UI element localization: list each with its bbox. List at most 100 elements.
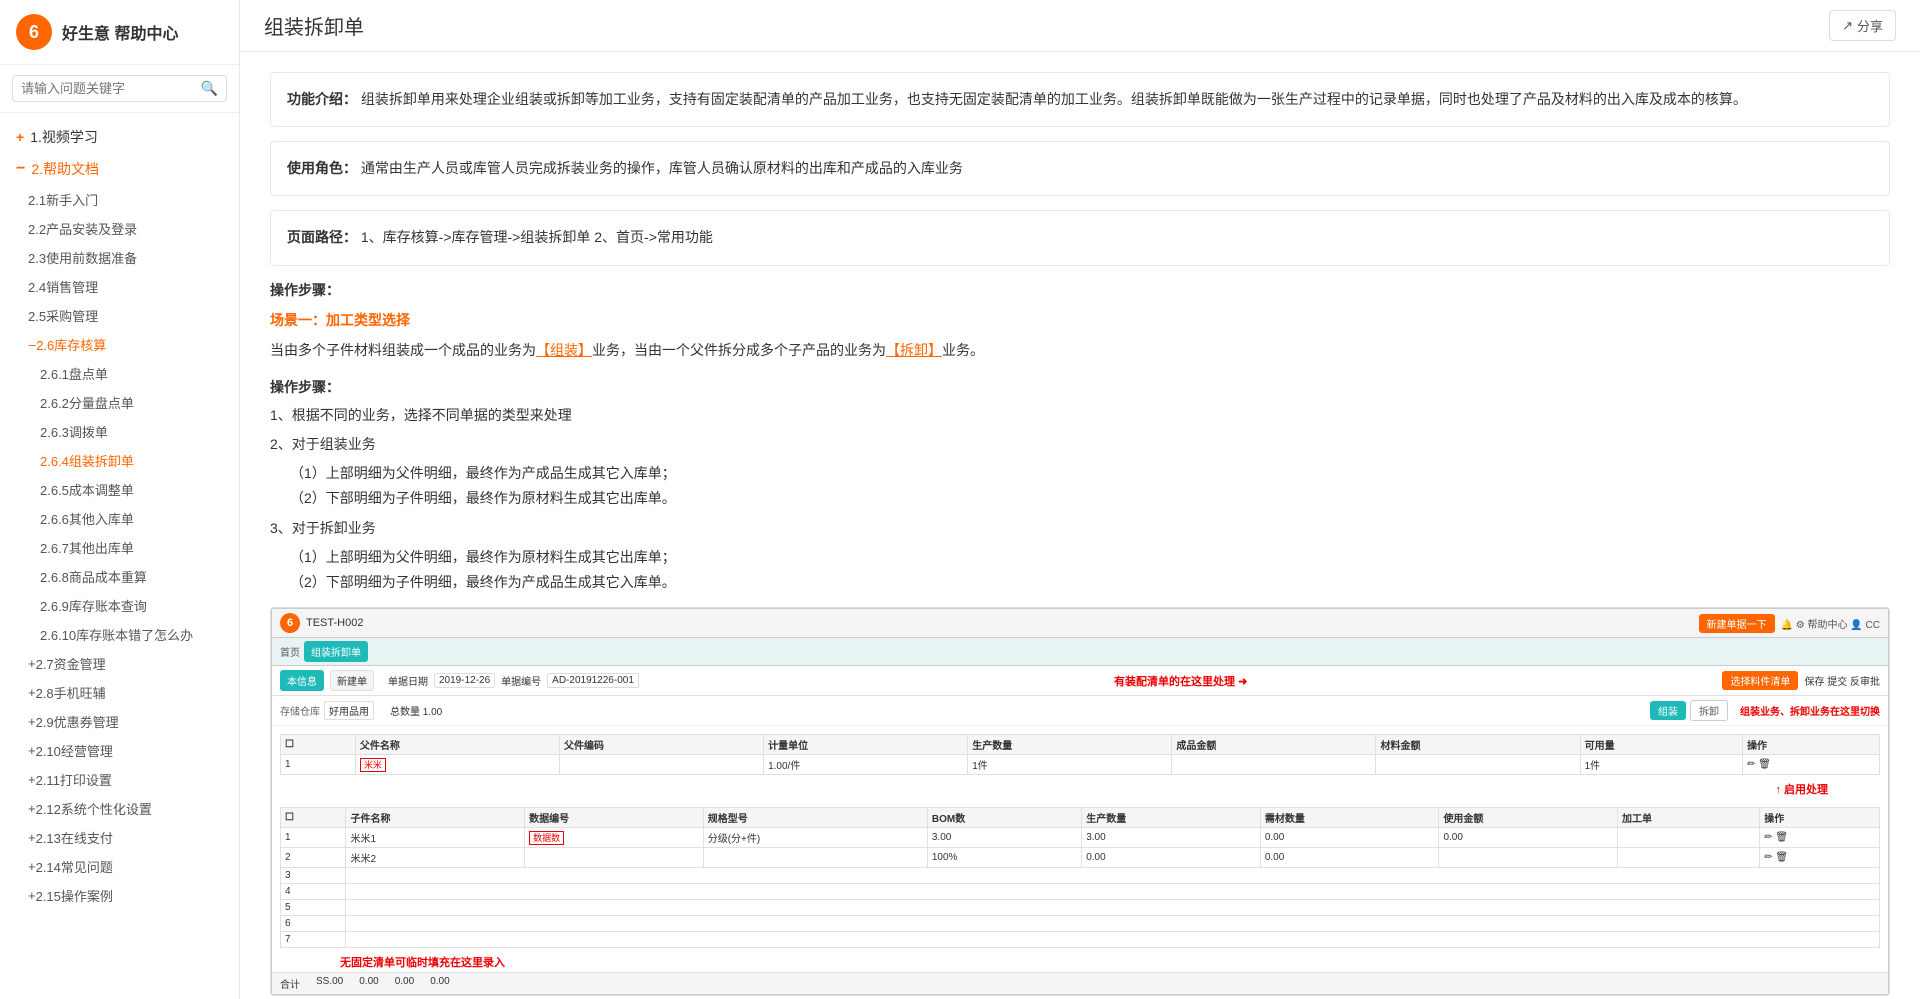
mock-process-btn[interactable]: 选择料件清单 [1722,671,1798,690]
sidebar-item-payment[interactable]: + 2.13在线支付 [0,823,239,852]
mock-tab-assembly[interactable]: 组装拆卸单 [304,641,368,662]
mock-new-btn[interactable]: 新建单据一下 [1699,614,1775,633]
share-button[interactable]: ↗ 分享 [1829,10,1896,41]
lower-table-row2: 2 米米2 100% 0.00 0.00 ✏ 🗑 [281,848,1880,868]
sidebar-item-purchase[interactable]: 2.5采购管理 [0,301,239,330]
inventory-expand-icon: − [28,337,36,353]
role-box: 使用角色： 通常由生产人员或库管人员完成拆装业务的操作，库管人员确认原材料的出库… [270,141,1890,196]
sidebar-item-inventory[interactable]: − 2.6库存核算 [0,330,239,359]
mock-assembly-tab[interactable]: 组装 [1650,701,1686,720]
th-avail: 操作 [1743,735,1880,755]
th-sales-qty: 计量单位 [764,735,968,755]
step3-sub1: （1）上部明细为父件明细，最终作为原材料生成其它出库单； [290,545,1890,570]
upper-table-row1: 1 米米 1.00/件 1件 1件 ✏ 🗑 [281,755,1880,775]
sidebar-item-goodscost[interactable]: 2.6.8商品成本重算 [0,562,239,591]
sidebar: 6 好生意 帮助中心 🔍 + 1.视频学习 − 2.帮助文档 2.1新手入门 2… [0,0,240,999]
scene1-title: 场景一：加工类型选择 [270,310,1890,330]
coupon-expand-icon: + [28,714,36,729]
step2: 2、对于组装业务 [270,432,1890,457]
sidebar-item-costadj[interactable]: 2.6.5成本调整单 [0,475,239,504]
steps-title: 操作步骤： [270,280,1890,300]
mock-storage-label: 存储仓库 [280,703,320,718]
sidebar-item-otherinstock[interactable]: 2.6.6其他入库单 [0,504,239,533]
mock-topbar-icons: 🔔 ⚙ 帮助中心 👤 CC [1781,616,1880,631]
sidebar-item-capital[interactable]: + 2.7资金管理 [0,649,239,678]
nav-list: + 1.视频学习 − 2.帮助文档 2.1新手入门 2.2产品安装及登录 2.3… [0,113,239,999]
mock-screen: 6 TEST-H002 新建单据一下 🔔 ⚙ 帮助中心 👤 CC 首页 组装拆卸… [271,608,1889,995]
th-unit: 生产数量 [968,735,1172,755]
steps-label: 操作步骤： [270,377,1890,397]
mock-date-value: 2019-12-26 [434,673,495,688]
lower-table-row3: 3 [281,868,1880,884]
mock-lower-table-area: ☐ 子件名称 数据编号 规格型号 BOM数 生产数量 需材数量 使用金额 加工单… [272,799,1888,952]
search-icon[interactable]: 🔍 [201,80,218,97]
sidebar-item-newbie[interactable]: 2.1新手入门 [0,185,239,214]
function-intro-label: 功能介绍： [287,91,357,107]
sidebar-item-mobile[interactable]: + 2.8手机旺辅 [0,678,239,707]
sidebar-item-adjust[interactable]: 2.6.3调拨单 [0,417,239,446]
mock-num-label: 单据编号 [501,673,541,688]
share-icon: ↗ [1842,18,1853,34]
annotation4-area: 无固定清单可临时填充在这里录入 [272,952,1888,972]
mock-assembly-tabs: 存储仓库 好用品用 总数量 1.00 组装 拆卸 组装业务、拆卸业务在这里切换 [272,696,1888,726]
sidebar-item-install[interactable]: 2.2产品安装及登录 [0,214,239,243]
content-area: 功能介绍： 组装拆卸单用来处理企业组装或拆卸等加工业务，支持有固定装配清单的产品… [240,52,1920,999]
sidebar-item-ops[interactable]: + 2.10经营管理 [0,736,239,765]
capital-expand-icon: + [28,656,36,671]
mock-nav: 首页 组装拆卸单 [272,638,1888,666]
search-input[interactable] [21,81,201,96]
payment-expand-icon: + [28,830,36,845]
mock-topbar-id: TEST-H002 [306,617,363,629]
screenshot-container: 6 TEST-H002 新建单据一下 🔔 ⚙ 帮助中心 👤 CC 首页 组装拆卸… [270,607,1890,996]
mock-upper-table-area: ☐ 父件名称 父件编码 计量单位 生产数量 成品金额 材料金额 可用量 操作 [272,726,1888,779]
th-parent-name: 父件名称 [355,735,559,755]
sidebar-item-video[interactable]: + 1.视频学习 [0,121,239,153]
mock-disassembly-tab[interactable]: 拆卸 [1690,700,1728,721]
main-area: 组装拆卸单 ↗ 分享 功能介绍： 组装拆卸单用来处理企业组装或拆卸等加工业务，支… [240,0,1920,999]
cases-expand-icon: + [28,888,36,903]
annotation3-area: ↑ 启用处理 [272,779,1888,799]
disassembly-link[interactable]: 【拆卸】 [886,342,942,358]
sidebar-item-prepare[interactable]: 2.3使用前数据准备 [0,243,239,272]
steps-section: 操作步骤： 场景一：加工类型选择 当由多个子件材料组装成一个成品的业务为【组装】… [270,280,1890,596]
step-list: 1、根据不同的业务，选择不同单据的类型来处理 2、对于组装业务 （1）上部明细为… [270,403,1890,595]
faq-expand-icon: + [28,859,36,874]
expand-icon: + [16,129,24,145]
mock-tab-type1[interactable]: 本信息 [280,670,324,691]
mock-tab-type2[interactable]: 新建单 [330,670,374,691]
sidebar-item-print[interactable]: + 2.11打印设置 [0,765,239,794]
path-text: 1、库存核算->库存管理->组装拆卸单 2、首页->常用功能 [361,229,713,245]
mock-upper-table: ☐ 父件名称 父件编码 计量单位 生产数量 成品金额 材料金额 可用量 操作 [280,734,1880,775]
mock-toolbar: 本信息 新建单 单据日期 2019-12-26 单据编号 AD-20191226… [272,666,1888,696]
sidebar-item-faq[interactable]: + 2.14常见问题 [0,852,239,881]
th-mat-amt: 可用量 [1580,735,1742,755]
mock-storage-value: 好用品用 [324,701,374,720]
mock-action-label: 保存 提交 反审批 [1804,673,1880,688]
sidebar-item-sales[interactable]: 2.4销售管理 [0,272,239,301]
mock-qty-label: 总数量 1.00 [390,703,442,718]
mock-date-label: 单据日期 [388,673,428,688]
sidebar-item-stockcheck[interactable]: 2.6.9库存账本查询 [0,591,239,620]
th-checkbox: ☐ [281,735,356,755]
search-box[interactable]: 🔍 [12,75,227,102]
sidebar-item-cases[interactable]: + 2.15操作案例 [0,881,239,910]
sidebar-item-assembly[interactable]: 2.6.4组装拆卸单 [0,446,239,475]
sidebar-item-coupon[interactable]: + 2.9优惠券管理 [0,707,239,736]
sidebar-item-stockerror[interactable]: 2.6.10库存账本错了怎么办 [0,620,239,649]
sidebar-item-stocksplit[interactable]: 2.6.2分量盘点单 [0,388,239,417]
ops-expand-icon: + [28,743,36,758]
th-prod-amt: 材料金额 [1376,735,1580,755]
assembly-link[interactable]: 【组装】 [536,342,592,358]
th-parent-code: 父件编码 [559,735,763,755]
mobile-expand-icon: + [28,685,36,700]
sidebar-item-stockcount[interactable]: 2.6.1盘点单 [0,359,239,388]
mock-lower-table: ☐ 子件名称 数据编号 规格型号 BOM数 生产数量 需材数量 使用金额 加工单… [280,807,1880,948]
sidebar-item-otheroutstock[interactable]: 2.6.7其他出库单 [0,533,239,562]
role-label: 使用角色： [287,160,357,176]
lower-table-row5: 5 [281,900,1880,916]
sidebar-item-personalize[interactable]: + 2.12系统个性化设置 [0,794,239,823]
lower-table-row1: 1 米米1 数据数 分级(分+件) 3.00 3.00 0.00 0.00 ✏ … [281,828,1880,848]
page-title: 组装拆卸单 [264,11,364,40]
sidebar-item-docs[interactable]: − 2.帮助文档 [0,153,239,185]
mock-num-value: AD-20191226-001 [547,673,639,688]
